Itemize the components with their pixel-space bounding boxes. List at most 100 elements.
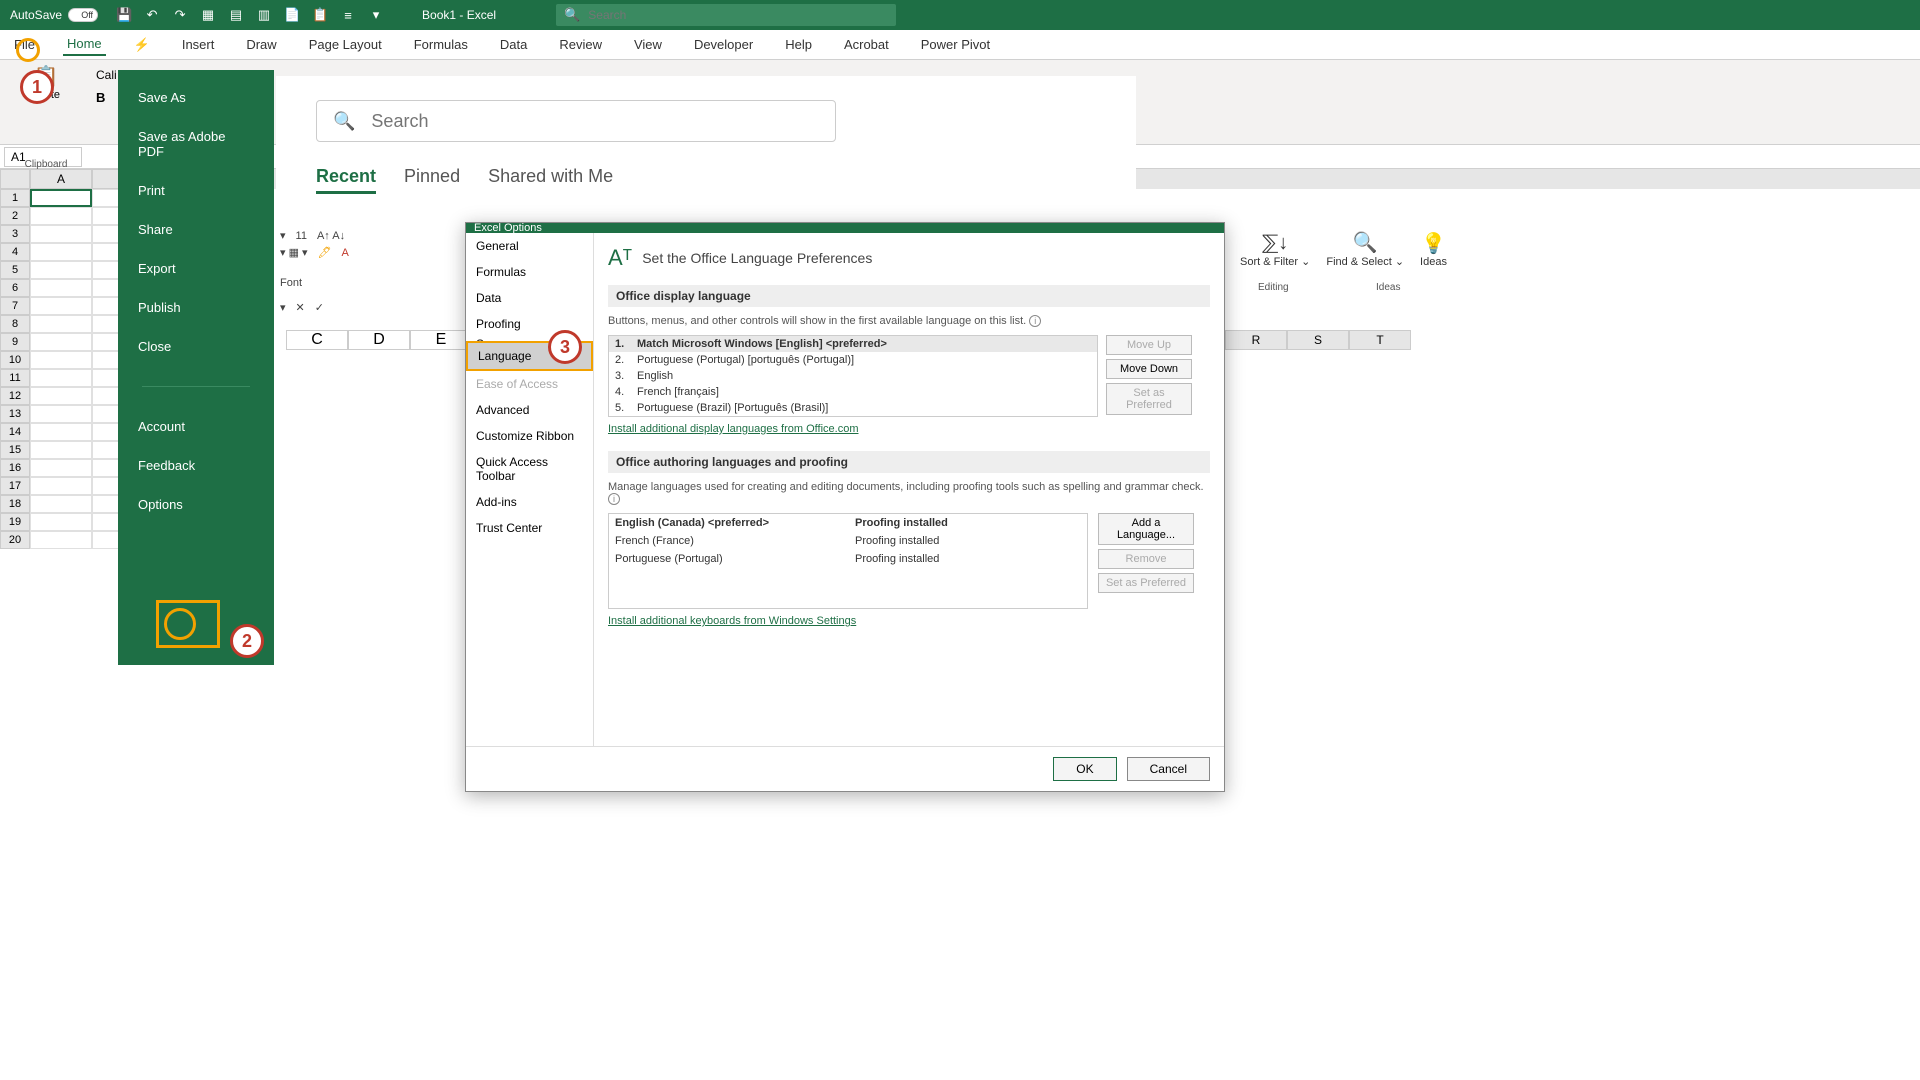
cell[interactable] [30,225,92,243]
authoring-language-list[interactable]: English (Canada) <preferred>Proofing ins… [608,513,1088,609]
cell[interactable] [30,351,92,369]
row-header[interactable]: 1 [0,189,30,207]
cell[interactable] [30,315,92,333]
nav-general[interactable]: General [466,233,593,259]
tab-data[interactable]: Data [496,34,531,55]
cell[interactable] [30,513,92,531]
cell[interactable] [30,441,92,459]
nav-trust-center[interactable]: Trust Center [466,515,593,541]
row-header[interactable]: 12 [0,387,30,405]
row-header[interactable]: 19 [0,513,30,531]
backstage-tab-recent[interactable]: Recent [316,166,376,194]
select-all-corner[interactable] [0,169,30,189]
nav-advanced[interactable]: Advanced [466,397,593,423]
cell[interactable] [30,207,92,225]
cell[interactable] [30,261,92,279]
add-language-button[interactable]: Add a Language... [1098,513,1194,545]
autosave-toggle[interactable]: AutoSave Off [0,8,108,22]
row-header[interactable]: 20 [0,531,30,549]
tab-home[interactable]: Home [63,33,106,56]
tab-acrobat[interactable]: Acrobat [840,34,893,55]
cell[interactable] [30,495,92,513]
info-icon[interactable]: i [608,493,620,505]
nav-formulas[interactable]: Formulas [466,259,593,285]
qat-icon3[interactable]: ▥ [256,7,272,23]
menu-options[interactable]: Options [118,485,274,524]
qat-icon[interactable]: ▦ [200,7,216,23]
find-select-button[interactable]: Find & Select ⌄ [1326,255,1404,268]
backstage-search[interactable]: 🔍 [316,100,836,142]
cell[interactable] [30,459,92,477]
set-preferred-button[interactable]: Set as Preferred [1106,383,1192,415]
menu-share[interactable]: Share [118,210,274,249]
ideas-button[interactable]: Ideas [1420,256,1447,268]
col-header[interactable]: T [1349,330,1411,350]
bold-button[interactable]: B [96,90,105,105]
row-header[interactable]: 2 [0,207,30,225]
row-header[interactable]: 11 [0,369,30,387]
col-header[interactable]: C [286,330,348,350]
cell[interactable] [30,333,92,351]
nav-addins[interactable]: Add-ins [466,489,593,515]
cancel-button[interactable]: Cancel [1127,757,1210,781]
row-header[interactable]: 3 [0,225,30,243]
menu-save-adobe-pdf[interactable]: Save as Adobe PDF [118,117,274,171]
keyboards-link[interactable]: Install additional keyboards from Window… [608,615,856,627]
col-header[interactable]: S [1287,330,1349,350]
row-header[interactable]: 18 [0,495,30,513]
menu-account[interactable]: Account [118,407,274,446]
nav-data[interactable]: Data [466,285,593,311]
tab-power-pivot[interactable]: Power Pivot [917,34,994,55]
qat-icon5[interactable]: 📋 [312,7,328,23]
cell[interactable] [30,387,92,405]
col-header[interactable]: A [30,169,92,189]
cell[interactable] [30,243,92,261]
nav-quick-access[interactable]: Quick Access Toolbar [466,449,593,489]
row-header[interactable]: 8 [0,315,30,333]
row-header[interactable]: 14 [0,423,30,441]
move-down-button[interactable]: Move Down [1106,359,1192,379]
row-header[interactable]: 7 [0,297,30,315]
display-language-list[interactable]: 1.Match Microsoft Windows [English] <pre… [608,335,1098,417]
titlebar-search-input[interactable] [588,8,896,22]
remove-language-button[interactable]: Remove [1098,549,1194,569]
font-size[interactable]: 11 [296,230,307,242]
menu-close[interactable]: Close [118,327,274,366]
info-icon[interactable]: i [1029,315,1041,327]
row-header[interactable]: 13 [0,405,30,423]
row-header[interactable]: 16 [0,459,30,477]
qat-icon2[interactable]: ▤ [228,7,244,23]
tab-developer[interactable]: Developer [690,34,757,55]
tab-auto-icon[interactable]: ⚡ [130,34,154,56]
tab-draw[interactable]: Draw [242,34,280,55]
tab-insert[interactable]: Insert [178,34,219,55]
cell[interactable] [30,423,92,441]
row-header[interactable]: 9 [0,333,30,351]
backstage-tab-shared[interactable]: Shared with Me [488,166,613,194]
menu-publish[interactable]: Publish [118,288,274,327]
row-header[interactable]: 17 [0,477,30,495]
tab-view[interactable]: View [630,34,666,55]
undo-icon[interactable]: ↶ [144,7,160,23]
tab-help[interactable]: Help [781,34,816,55]
row-header[interactable]: 10 [0,351,30,369]
backstage-tab-pinned[interactable]: Pinned [404,166,460,194]
menu-print[interactable]: Print [118,171,274,210]
cell[interactable] [30,531,92,549]
cell[interactable] [30,279,92,297]
nav-ease-of-access[interactable]: Ease of Access [466,371,593,397]
menu-feedback[interactable]: Feedback [118,446,274,485]
col-header[interactable]: R [1225,330,1287,350]
ok-button[interactable]: OK [1053,757,1116,781]
nav-customize-ribbon[interactable]: Customize Ribbon [466,423,593,449]
sort-filter-button[interactable]: Sort & Filter ⌄ [1240,255,1310,268]
cell[interactable] [30,369,92,387]
display-languages-link[interactable]: Install additional display languages fro… [608,423,859,435]
autosave-state[interactable]: Off [68,8,98,22]
cell-a1[interactable] [30,189,92,207]
qat-icon6[interactable]: ≡ [340,7,356,23]
tab-review[interactable]: Review [555,34,606,55]
qat-icon4[interactable]: 📄 [284,7,300,23]
cell[interactable] [30,405,92,423]
redo-icon[interactable]: ↷ [172,7,188,23]
